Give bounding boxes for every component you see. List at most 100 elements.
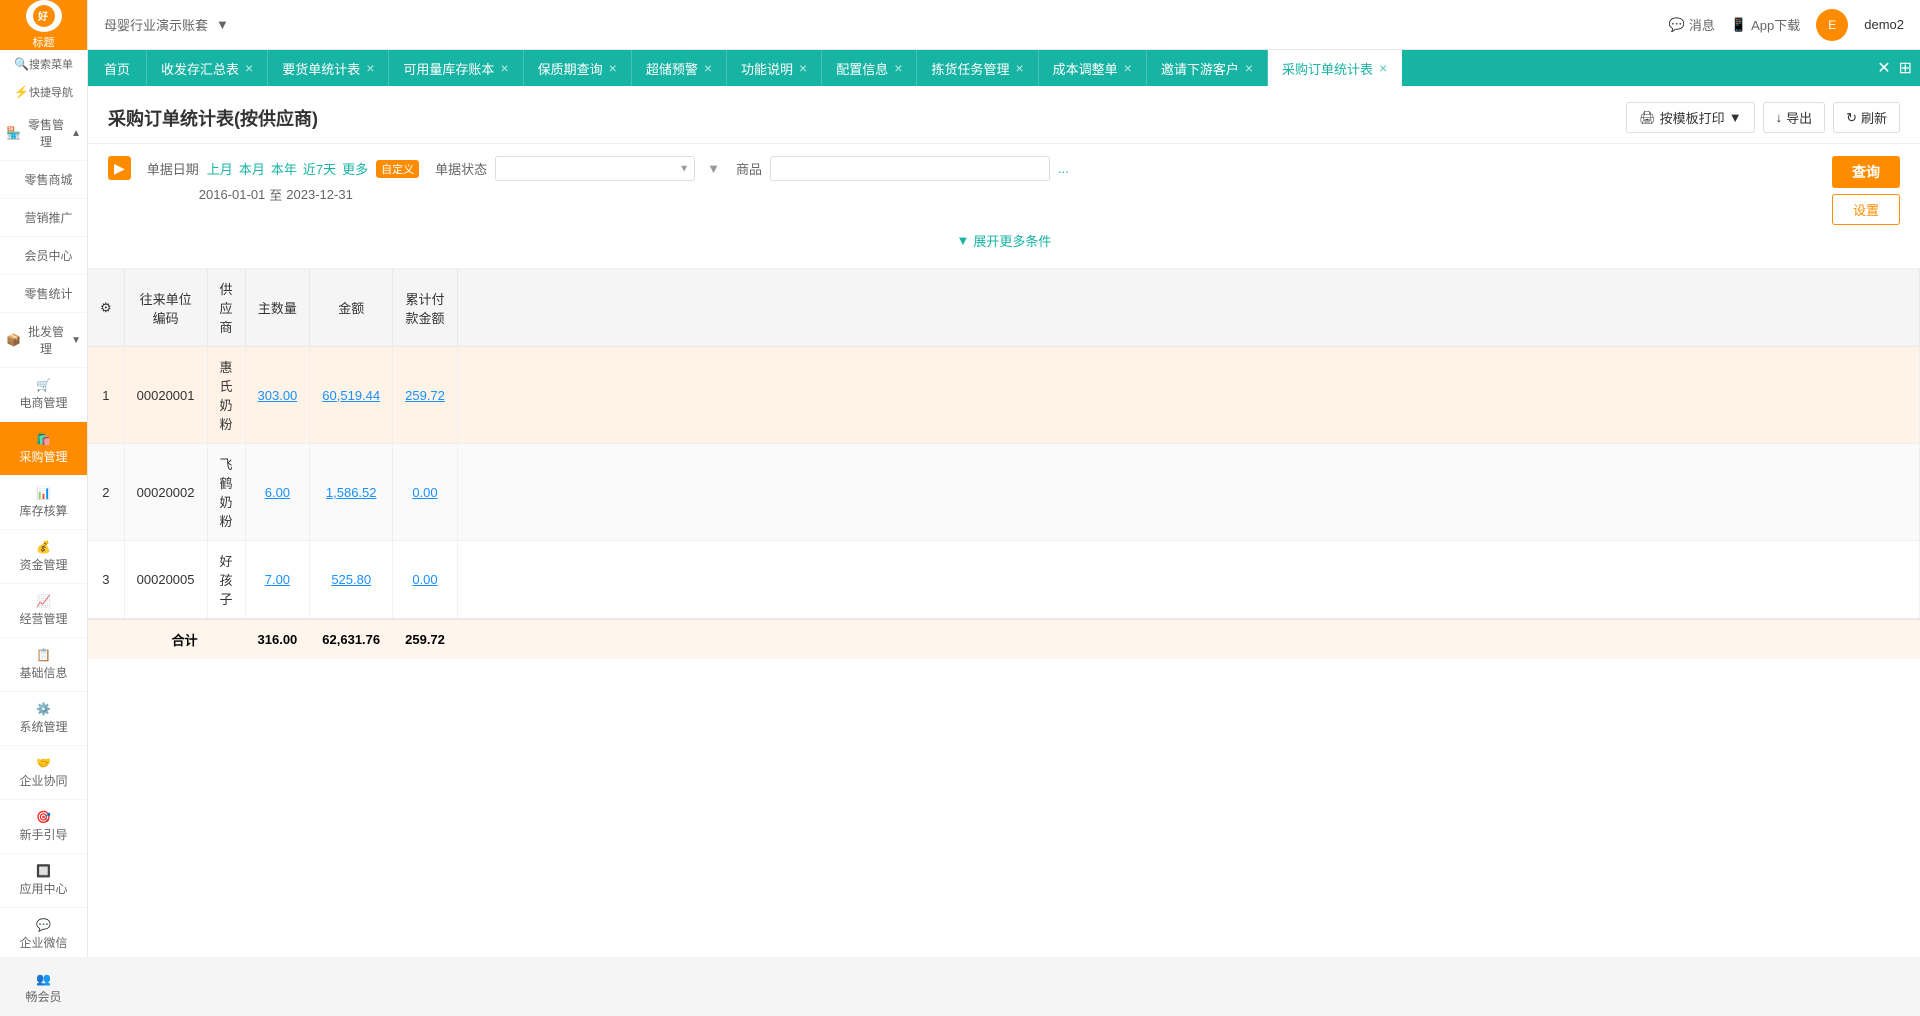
- logo-icon: 好: [26, 0, 62, 32]
- tab-purchase-order-stats[interactable]: 采购订单统计表 ×: [1268, 50, 1402, 86]
- workspace-selector[interactable]: 母婴行业演示账套 ▼: [104, 15, 229, 34]
- date-separator: 至: [269, 185, 282, 204]
- tab-receive-send-summary[interactable]: 收发存汇总表 ×: [147, 50, 268, 86]
- refresh-button[interactable]: ↻ 刷新: [1833, 102, 1900, 133]
- sidebar-item-search[interactable]: 🔍 搜索菜单: [0, 50, 87, 78]
- sidebar-item-newbie-guide[interactable]: 🎯 新手引导: [0, 800, 87, 854]
- workspace-label: 母婴行业演示账套: [104, 15, 208, 34]
- date-shortcut-this-month[interactable]: 本月: [239, 159, 265, 178]
- expand-conditions-button[interactable]: ▼ 展开更多条件: [957, 231, 1052, 250]
- tab-function-desc[interactable]: 功能说明 ×: [727, 50, 822, 86]
- sidebar-item-ecommerce[interactable]: 🛒 电商管理: [0, 368, 87, 422]
- sidebar-operations-label: 经营管理: [19, 610, 67, 627]
- column-settings-icon[interactable]: ⚙: [100, 300, 112, 315]
- close-icon[interactable]: ×: [1015, 60, 1023, 76]
- print-button[interactable]: 🖨 按模板打印 ▼: [1626, 102, 1754, 133]
- footer-label: 合计: [124, 619, 245, 659]
- date-shortcut-last-month[interactable]: 上月: [207, 159, 233, 178]
- date-shortcut-7days[interactable]: 近7天: [303, 159, 336, 178]
- close-icon[interactable]: ×: [894, 60, 902, 76]
- date-shortcut-this-year[interactable]: 本年: [271, 159, 297, 178]
- footer-amount: 62,631.76: [310, 619, 393, 659]
- sidebar-item-basic-info[interactable]: 📋 基础信息: [0, 638, 87, 692]
- close-icon[interactable]: ×: [799, 60, 807, 76]
- tab-maximize-button[interactable]: ⊞: [1899, 58, 1912, 78]
- cell-qty[interactable]: 6.00: [245, 444, 310, 541]
- cell-amount[interactable]: 525.80: [310, 541, 393, 620]
- query-button[interactable]: 查询: [1832, 156, 1900, 188]
- tab-warranty-query[interactable]: 保质期查询 ×: [524, 50, 632, 86]
- sidebar-item-finance[interactable]: 💰 资金管理: [0, 530, 87, 584]
- sidebar-item-enterprise-wechat[interactable]: 💬 企业微信: [0, 908, 87, 962]
- table-container: ⚙ 往来单位编码 供应商 主数量 金额 累计付款金额 1: [88, 269, 1920, 719]
- cell-paid[interactable]: 0.00: [393, 541, 458, 620]
- sidebar-item-member[interactable]: 👥 畅会员: [0, 962, 87, 1016]
- sidebar-item-operations[interactable]: 📈 经营管理: [0, 584, 87, 638]
- goods-input[interactable]: [770, 156, 1050, 181]
- sidebar-item-retail-mgmt[interactable]: 🏪 零售管理 ▲: [0, 106, 87, 161]
- col-settings[interactable]: ⚙: [88, 269, 124, 347]
- close-icon[interactable]: ×: [245, 60, 253, 76]
- sidebar-item-app-center[interactable]: 🔲 应用中心: [0, 854, 87, 908]
- cell-supplier: 飞鹤奶粉: [207, 444, 245, 541]
- sidebar-collab-label: 企业协同: [19, 772, 67, 789]
- close-icon[interactable]: ×: [609, 60, 617, 76]
- status-filter-label: 单据状态: [435, 159, 487, 178]
- filter-toggle-button[interactable]: ▶: [108, 160, 131, 177]
- sidebar-item-retail-stats[interactable]: 零售统计: [0, 275, 87, 313]
- close-icon[interactable]: ×: [1245, 60, 1253, 76]
- tab-invite-downstream[interactable]: 邀请下游客户 ×: [1147, 50, 1268, 86]
- cell-paid[interactable]: 259.72: [393, 347, 458, 444]
- sidebar-item-member-center[interactable]: 会员中心: [0, 237, 87, 275]
- sidebar-item-marketing[interactable]: 营销推广: [0, 199, 87, 237]
- cell-extra: [457, 444, 1919, 541]
- close-icon[interactable]: ×: [704, 60, 712, 76]
- tab-requisition-stats[interactable]: 要货单统计表 ×: [268, 50, 389, 86]
- goods-more-link[interactable]: ...: [1058, 161, 1069, 176]
- cell-extra: [457, 541, 1919, 620]
- tab-cost-adjustment[interactable]: 成本调整单 ×: [1039, 50, 1147, 86]
- app-download-icon: 📱: [1731, 17, 1747, 33]
- tab-config-info[interactable]: 配置信息 ×: [822, 50, 917, 86]
- page-container: 采购订单统计表(按供应商) 🖨 按模板打印 ▼ ↓ 导出 ↻ 刷新: [88, 86, 1920, 957]
- tab-close-all-button[interactable]: ✕: [1877, 58, 1890, 78]
- sidebar-item-inventory[interactable]: 📊 库存核算: [0, 476, 87, 530]
- sidebar-item-wholesale-mgmt[interactable]: 📦 批发管理 ▼: [0, 313, 87, 368]
- sidebar-item-retail-mall[interactable]: 零售商城: [0, 161, 87, 199]
- tab-overstock-warning[interactable]: 超储预警 ×: [632, 50, 727, 86]
- sidebar-retail-stats-label: 零售统计: [24, 285, 72, 302]
- basic-info-icon: 📋: [36, 648, 51, 662]
- message-button[interactable]: 💬 消息: [1669, 15, 1715, 34]
- app-download-button[interactable]: 📱 App下载: [1731, 15, 1800, 34]
- sidebar-item-purchase-mgmt[interactable]: 🛍️ 采购管理: [0, 422, 87, 476]
- cell-qty[interactable]: 303.00: [245, 347, 310, 444]
- date-filter-item: 单据日期 上月 本月 本年 近7天 更多 自定义: [147, 159, 419, 178]
- tab-available-inventory[interactable]: 可用量库存账本 ×: [389, 50, 523, 86]
- sidebar-item-enterprise-collab[interactable]: 🤝 企业协同: [0, 746, 87, 800]
- cell-amount[interactable]: 1,586.52: [310, 444, 393, 541]
- sidebar-basic-info-label: 基础信息: [19, 664, 67, 681]
- tab-home[interactable]: 首页: [88, 50, 147, 86]
- close-icon[interactable]: ×: [1379, 60, 1387, 76]
- footer-row: 合计 316.00 62,631.76 259.72: [88, 619, 1920, 659]
- cell-qty[interactable]: 7.00: [245, 541, 310, 620]
- sidebar-item-system-mgmt[interactable]: ⚙️ 系统管理: [0, 692, 87, 746]
- close-icon[interactable]: ×: [366, 60, 374, 76]
- ecommerce-icon: 🛒: [36, 378, 51, 392]
- tab-config-label: 配置信息: [836, 59, 888, 78]
- tab-pick-task-mgmt[interactable]: 拣货任务管理 ×: [917, 50, 1038, 86]
- close-icon[interactable]: ×: [1124, 60, 1132, 76]
- user-avatar[interactable]: E: [1816, 9, 1848, 41]
- date-shortcut-more[interactable]: 更多: [342, 159, 368, 178]
- tab-bar: 首页 收发存汇总表 × 要货单统计表 × 可用量库存账本 × 保质期查询 × 超…: [88, 50, 1920, 86]
- cell-paid[interactable]: 0.00: [393, 444, 458, 541]
- close-icon[interactable]: ×: [500, 60, 508, 76]
- cell-supplier: 惠氏奶粉: [207, 347, 245, 444]
- user-name[interactable]: demo2: [1864, 17, 1904, 32]
- cell-amount[interactable]: 60,519.44: [310, 347, 393, 444]
- export-button[interactable]: ↓ 导出: [1763, 102, 1826, 133]
- settings-button[interactable]: 设置: [1832, 194, 1900, 225]
- status-select[interactable]: [495, 156, 695, 181]
- sidebar-item-quicknav[interactable]: ⚡ 快捷导航: [0, 78, 87, 106]
- sidebar: 好 标题 🔍 搜索菜单 ⚡ 快捷导航 🏪 零售管理 ▲ 零售商城 营销推广 会员…: [0, 0, 88, 957]
